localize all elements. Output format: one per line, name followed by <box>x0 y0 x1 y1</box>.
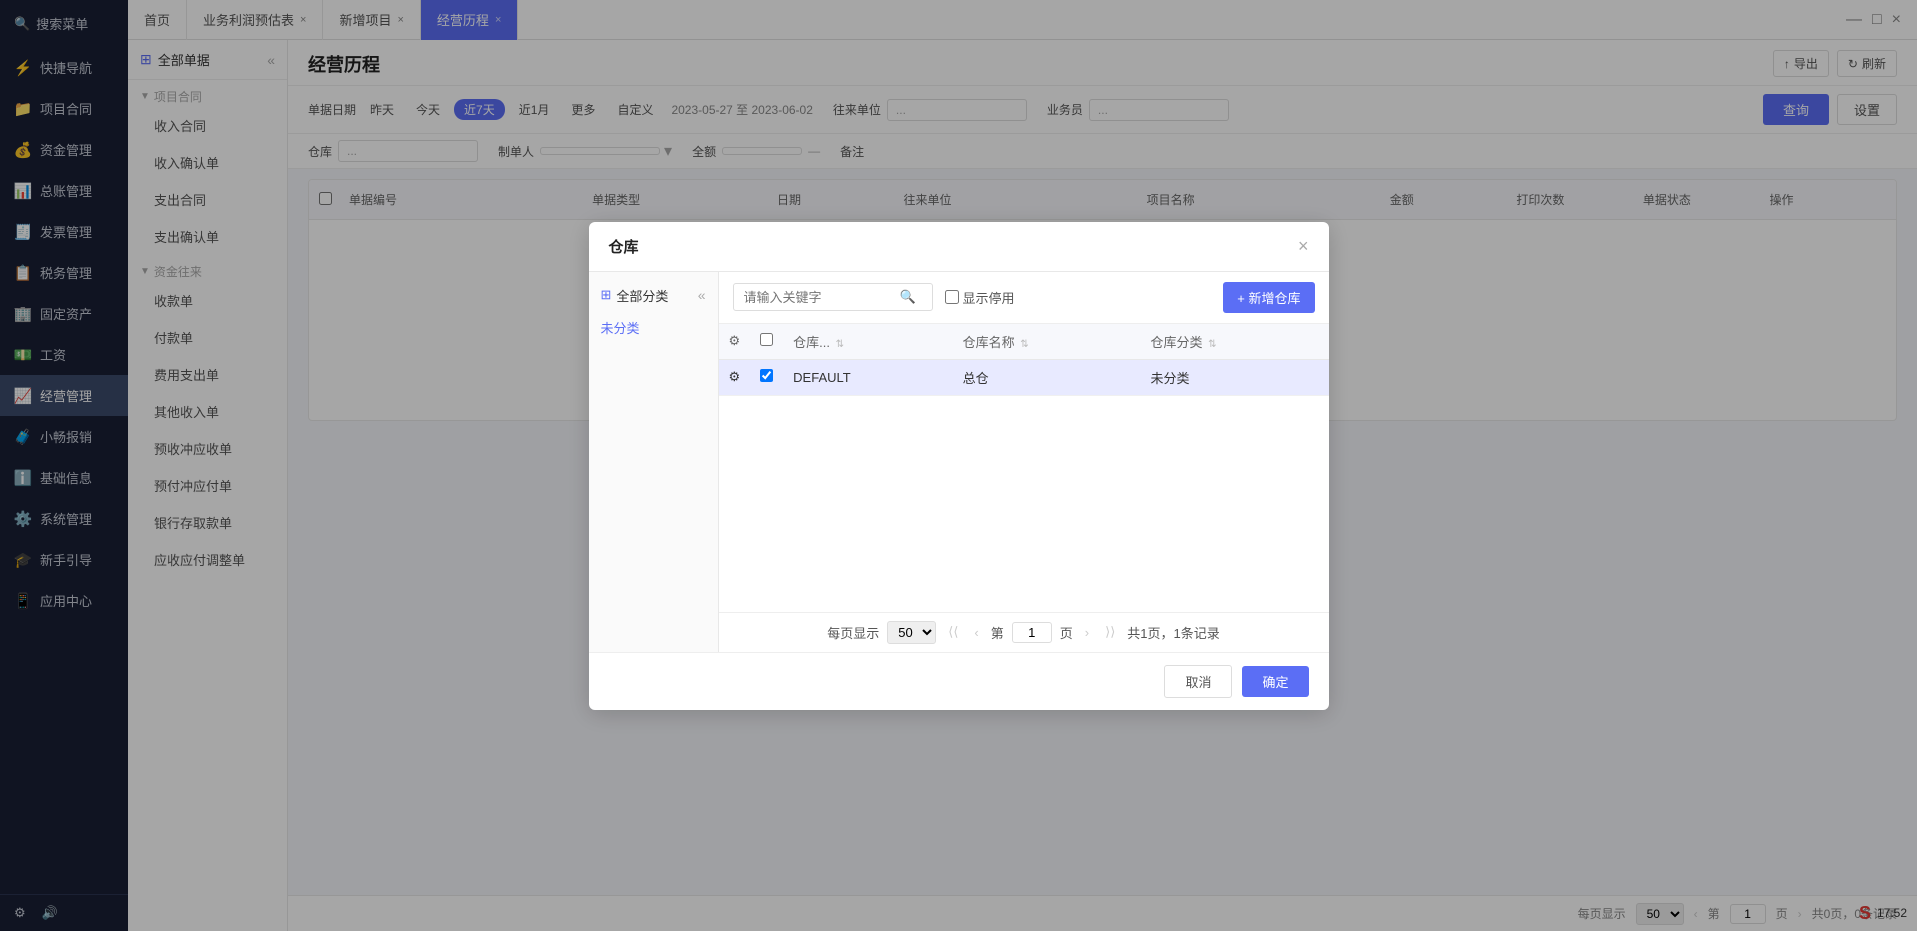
modal-title: 仓库 <box>609 236 639 257</box>
add-warehouse-button[interactable]: + 新增仓库 <box>1223 282 1314 313</box>
table-header-checkbox[interactable] <box>760 333 773 346</box>
modal-left-collapse[interactable]: « <box>698 287 706 303</box>
show-disabled-group: 显示停用 <box>945 288 1015 307</box>
pagination-per-page-select[interactable]: 50 <box>887 621 936 644</box>
row-check[interactable] <box>750 359 783 395</box>
modal-left-all-label[interactable]: 全部分类 <box>616 286 668 305</box>
modal-body: ⊞ 全部分类 « 未分类 🔍 <box>589 272 1329 652</box>
modal-toolbar: 🔍 显示停用 + 新增仓库 <box>719 272 1329 324</box>
table-header-row: ⚙ 仓库... ⇅ 仓库名称 ⇅ <box>719 324 1329 360</box>
code-sort-icon: ⇅ <box>836 339 844 350</box>
show-disabled-label: 显示停用 <box>963 288 1015 307</box>
pagination-total: 共1页，1条记录 <box>1127 623 1219 642</box>
pagination-page-label: 第 <box>991 623 1004 642</box>
modal-search-input[interactable] <box>744 290 894 305</box>
th-category-label: 仓库分类 <box>1151 335 1203 350</box>
table-row[interactable]: ⚙ DEFAULT 总仓 未分类 <box>719 359 1329 395</box>
modal-footer: 取消 确定 <box>589 652 1329 710</box>
th-gear: ⚙ <box>719 324 751 360</box>
pagination-prev[interactable]: ‹ <box>970 623 982 642</box>
row-name: 总仓 <box>953 359 1141 395</box>
modal-right-panel: 🔍 显示停用 + 新增仓库 ⚙ <box>719 272 1329 652</box>
modal-left-header: ⊞ 全部分类 « <box>589 280 718 311</box>
modal-table: ⚙ 仓库... ⇅ 仓库名称 ⇅ <box>719 324 1329 612</box>
name-sort-icon: ⇅ <box>1020 339 1028 350</box>
warehouse-modal: 仓库 × ⊞ 全部分类 « 未分类 <box>589 222 1329 710</box>
th-code[interactable]: 仓库... ⇅ <box>783 324 952 360</box>
confirm-button[interactable]: 确定 <box>1242 666 1308 697</box>
row-code: DEFAULT <box>783 359 952 395</box>
row-gear[interactable]: ⚙ <box>719 359 751 395</box>
pagination-next[interactable]: › <box>1081 623 1093 642</box>
show-disabled-checkbox[interactable] <box>945 290 959 304</box>
modal-left-item-label: 未分类 <box>601 321 640 336</box>
modal-left-panel: ⊞ 全部分类 « 未分类 <box>589 272 719 652</box>
pagination-last[interactable]: ⟩⟩ <box>1101 622 1119 642</box>
cancel-button[interactable]: 取消 <box>1164 665 1232 698</box>
modal-pagination: 每页显示 50 ⟨⟨ ‹ 第 页 › ⟩⟩ 共1页，1条记录 <box>719 612 1329 652</box>
th-category[interactable]: 仓库分类 ⇅ <box>1141 324 1329 360</box>
th-check <box>750 324 783 360</box>
modal-search-box[interactable]: 🔍 <box>733 283 933 311</box>
pagination-first[interactable]: ⟨⟨ <box>944 622 962 642</box>
th-name-label: 仓库名称 <box>963 335 1015 350</box>
gear-header-icon[interactable]: ⚙ <box>729 333 741 348</box>
th-name[interactable]: 仓库名称 ⇅ <box>953 324 1141 360</box>
modal-header: 仓库 × <box>589 222 1329 272</box>
warehouse-table: ⚙ 仓库... ⇅ 仓库名称 ⇅ <box>719 324 1329 396</box>
search-icon: 🔍 <box>900 289 916 305</box>
left-panel-grid-icon: ⊞ <box>601 287 612 303</box>
pagination-page-input[interactable] <box>1012 622 1052 643</box>
pagination-per-page-label: 每页显示 <box>827 623 879 642</box>
modal-left-item-uncategorized[interactable]: 未分类 <box>589 311 718 344</box>
pagination-page-suffix: 页 <box>1060 623 1073 642</box>
category-sort-icon: ⇅ <box>1208 339 1216 350</box>
row-category: 未分类 <box>1141 359 1329 395</box>
modal-close-button[interactable]: × <box>1298 236 1309 257</box>
row-checkbox[interactable] <box>760 369 773 382</box>
warehouse-table-body: ⚙ DEFAULT 总仓 未分类 <box>719 359 1329 395</box>
th-code-label: 仓库... <box>793 335 830 350</box>
